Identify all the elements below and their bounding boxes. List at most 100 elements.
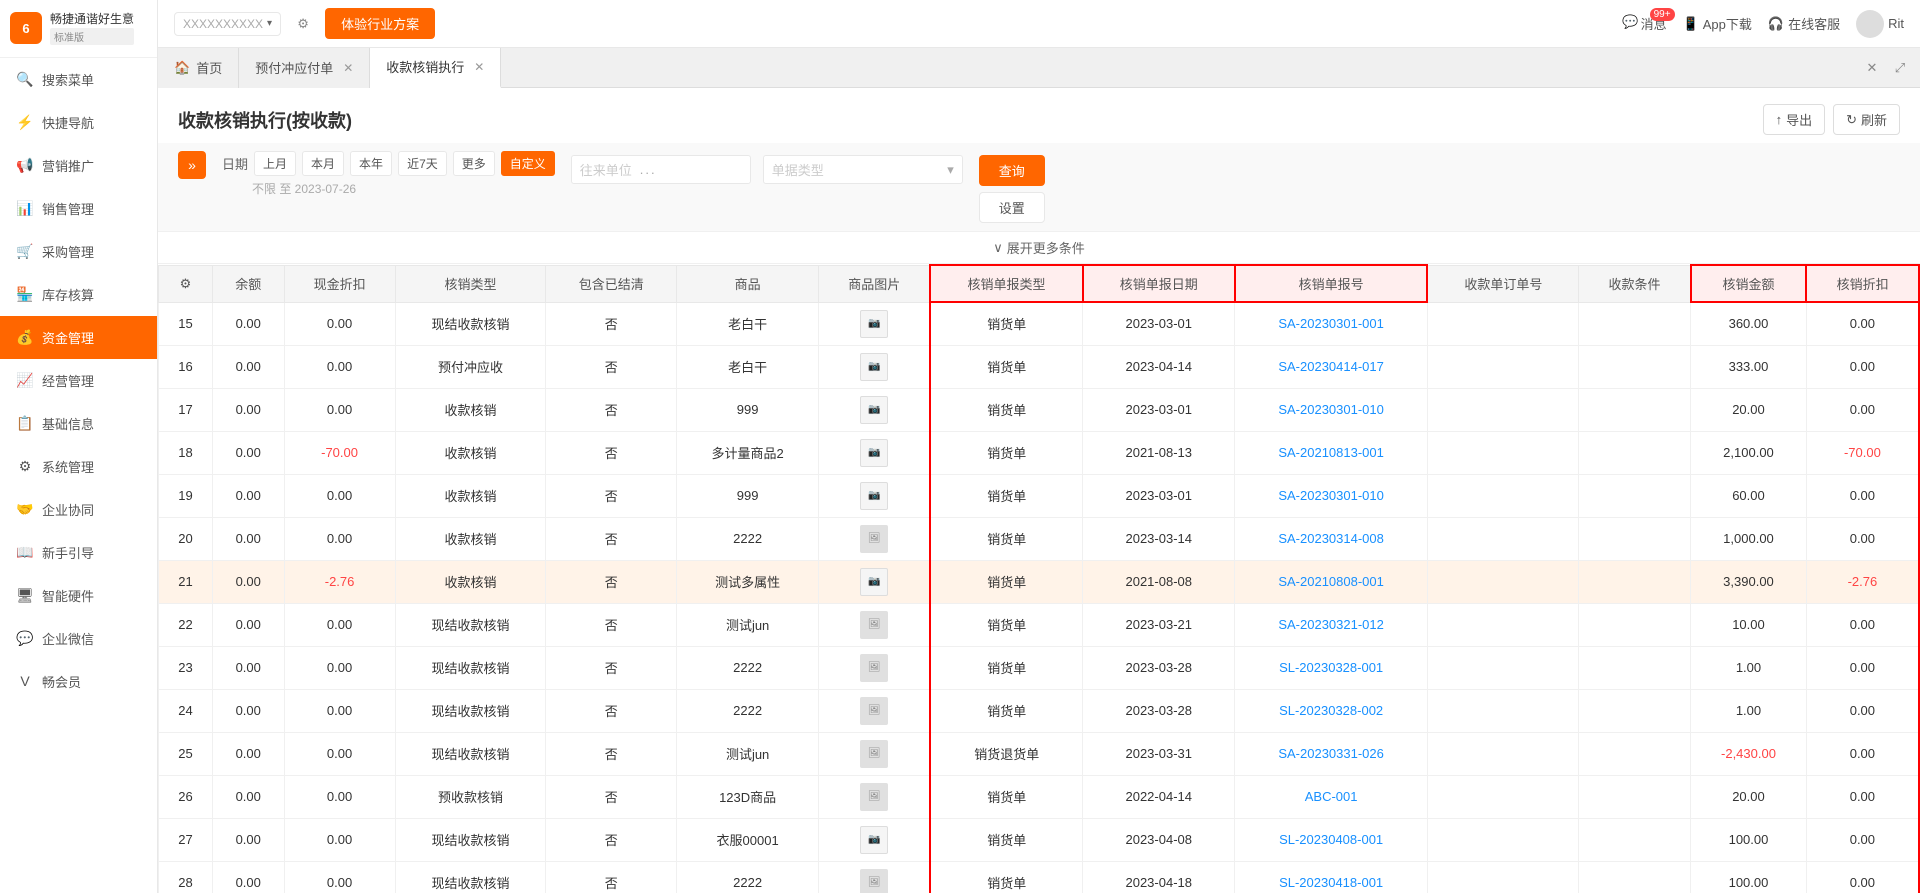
sidebar-label-4: 采购管理	[42, 242, 94, 261]
cell-12-4: 否	[546, 818, 677, 861]
app-download-button[interactable]: 📱 App下载	[1683, 14, 1752, 33]
cell-5-8: 2023-03-14	[1083, 517, 1235, 560]
expand-more-button[interactable]: ∨ 展开更多条件	[985, 236, 1093, 259]
user-menu[interactable]: Rit	[1856, 10, 1904, 38]
setting-button[interactable]: 设置	[979, 192, 1045, 223]
col-header-settings[interactable]: ⚙	[159, 265, 213, 302]
tab-prepay-close[interactable]: ✕	[343, 61, 353, 75]
sidebar-label-2: 营销推广	[42, 156, 94, 175]
sidebar-logo: 6 畅捷通谐好生意 标准版	[0, 0, 157, 58]
col-header-product_image[interactable]: 商品图片	[819, 265, 931, 302]
sidebar-item-6[interactable]: 💰资金管理	[0, 316, 157, 359]
cell-13-8: 2023-04-18	[1083, 861, 1235, 893]
refresh-button[interactable]: ↻ 刷新	[1833, 104, 1900, 135]
sidebar-item-11[interactable]: 📖新手引导	[0, 531, 157, 574]
cell-13-9[interactable]: SL-20230418-001	[1235, 861, 1428, 893]
col-header-includes_cleared[interactable]: 包含已结清	[546, 265, 677, 302]
sidebar-icon-13: 💬	[16, 629, 34, 647]
this-month-button[interactable]: 本月	[302, 151, 344, 176]
col-header-bill_report_date[interactable]: 核销单报日期	[1083, 265, 1235, 302]
cell-10-12: -2,430.00	[1691, 732, 1807, 775]
cell-3-12: 2,100.00	[1691, 431, 1807, 474]
company-dropdown[interactable]: XXXXXXXXXX ▾	[174, 12, 281, 36]
tab-writeoff[interactable]: 收款核销执行 ✕	[370, 48, 501, 88]
this-year-button[interactable]: 本年	[350, 151, 392, 176]
cell-1-13: 0.00	[1806, 345, 1919, 388]
cell-5-3: 收款核销	[395, 517, 546, 560]
cell-8-9[interactable]: SL-20230328-001	[1235, 646, 1428, 689]
cell-12-9[interactable]: SL-20230408-001	[1235, 818, 1428, 861]
col-header-product[interactable]: 商品	[677, 265, 819, 302]
sidebar-item-13[interactable]: 💬企业微信	[0, 617, 157, 660]
close-tab-button[interactable]: ✕	[1860, 56, 1884, 80]
sidebar-label-10: 企业协同	[42, 500, 94, 519]
sidebar-item-0[interactable]: 🔍搜索菜单	[0, 58, 157, 101]
cell-3-9[interactable]: SA-20210813-001	[1235, 431, 1428, 474]
sidebar-item-9[interactable]: ⚙系统管理	[0, 445, 157, 488]
sidebar-item-8[interactable]: 📋基础信息	[0, 402, 157, 445]
col-header-write_off_discount[interactable]: 核销折扣	[1806, 265, 1919, 302]
cell-0-4: 否	[546, 302, 677, 345]
cell-5-1: 0.00	[212, 517, 284, 560]
table-row: 150.000.00现结收款核销否老白干📷销货单2023-03-01SA-202…	[159, 302, 1920, 345]
last-7-days-button[interactable]: 近7天	[398, 151, 447, 176]
cell-11-7: 销货单	[930, 775, 1082, 818]
cell-9-9[interactable]: SL-20230328-002	[1235, 689, 1428, 732]
sidebar-item-14[interactable]: V畅会员	[0, 660, 157, 703]
sidebar-item-7[interactable]: 📈经营管理	[0, 359, 157, 402]
tab-home[interactable]: 🏠 首页	[158, 48, 239, 88]
maximize-button[interactable]: ⤢	[1888, 56, 1912, 80]
col-header-receipt_order_no[interactable]: 收款单订单号	[1427, 265, 1578, 302]
cell-1-9[interactable]: SA-20230414-017	[1235, 345, 1428, 388]
bill-type-select[interactable]: 单据类型 ▾	[763, 155, 963, 184]
cell-0-9[interactable]: SA-20230301-001	[1235, 302, 1428, 345]
custom-date-button[interactable]: 自定义	[501, 151, 555, 176]
cell-6-9[interactable]: SA-20210808-001	[1235, 560, 1428, 603]
cell-9-0: 24	[159, 689, 213, 732]
cell-11-11	[1579, 775, 1691, 818]
company-name: XXXXXXXXXX	[183, 17, 263, 31]
query-button[interactable]: 查询	[979, 155, 1045, 186]
sidebar-item-10[interactable]: 🤝企业协同	[0, 488, 157, 531]
date-filter-label: 日期	[222, 154, 248, 173]
online-support-button[interactable]: 🎧 在线客服	[1768, 14, 1840, 33]
col-header-balance[interactable]: 余额	[212, 265, 284, 302]
col-header-receipt_condition[interactable]: 收款条件	[1579, 265, 1691, 302]
cell-2-9[interactable]: SA-20230301-010	[1235, 388, 1428, 431]
col-header-bill_report_type[interactable]: 核销单报类型	[930, 265, 1082, 302]
cell-4-9[interactable]: SA-20230301-010	[1235, 474, 1428, 517]
data-table-container[interactable]: ⚙余额现金折扣核销类型包含已结清商品商品图片核销单报类型核销单报日期核销单报号收…	[158, 264, 1920, 893]
cell-8-2: 0.00	[284, 646, 395, 689]
cell-6-12: 3,390.00	[1691, 560, 1807, 603]
sidebar-item-3[interactable]: 📊销售管理	[0, 187, 157, 230]
tab-writeoff-close[interactable]: ✕	[474, 60, 484, 74]
cell-13-10	[1427, 861, 1578, 893]
partner-input[interactable]: 往来单位 ...	[571, 155, 751, 184]
expand-filter-button[interactable]: »	[178, 151, 206, 179]
table-row: 190.000.00收款核销否999📷销货单2023-03-01SA-20230…	[159, 474, 1920, 517]
col-header-bill_no[interactable]: 核销单报号	[1235, 265, 1428, 302]
cell-8-10	[1427, 646, 1578, 689]
col-header-write_off_type[interactable]: 核销类型	[395, 265, 546, 302]
cell-11-9[interactable]: ABC-001	[1235, 775, 1428, 818]
cell-10-9[interactable]: SA-20230331-026	[1235, 732, 1428, 775]
export-button[interactable]: ↑ 导出	[1763, 104, 1826, 135]
cell-13-11	[1579, 861, 1691, 893]
sidebar-item-5[interactable]: 🏪库存核算	[0, 273, 157, 316]
data-table: ⚙余额现金折扣核销类型包含已结清商品商品图片核销单报类型核销单报日期核销单报号收…	[158, 264, 1920, 893]
sidebar-item-1[interactable]: ⚡快捷导航	[0, 101, 157, 144]
sidebar-item-12[interactable]: 🖥智能硬件	[0, 574, 157, 617]
more-date-button[interactable]: 更多	[453, 151, 495, 176]
settings-gear-icon[interactable]: ⚙	[289, 10, 317, 38]
col-header-write_off_amount[interactable]: 核销金额	[1691, 265, 1807, 302]
sidebar-item-2[interactable]: 📢营销推广	[0, 144, 157, 187]
notification-button[interactable]: 💬 消息 99+	[1622, 14, 1666, 33]
cell-5-9[interactable]: SA-20230314-008	[1235, 517, 1428, 560]
last-month-button[interactable]: 上月	[254, 151, 296, 176]
sidebar-item-4[interactable]: 🛒采购管理	[0, 230, 157, 273]
col-header-cash_discount[interactable]: 现金折扣	[284, 265, 395, 302]
cell-12-3: 现结收款核销	[395, 818, 546, 861]
cell-7-9[interactable]: SA-20230321-012	[1235, 603, 1428, 646]
industry-plan-button[interactable]: 体验行业方案	[325, 8, 435, 39]
tab-prepay[interactable]: 预付冲应付单 ✕	[239, 48, 370, 88]
